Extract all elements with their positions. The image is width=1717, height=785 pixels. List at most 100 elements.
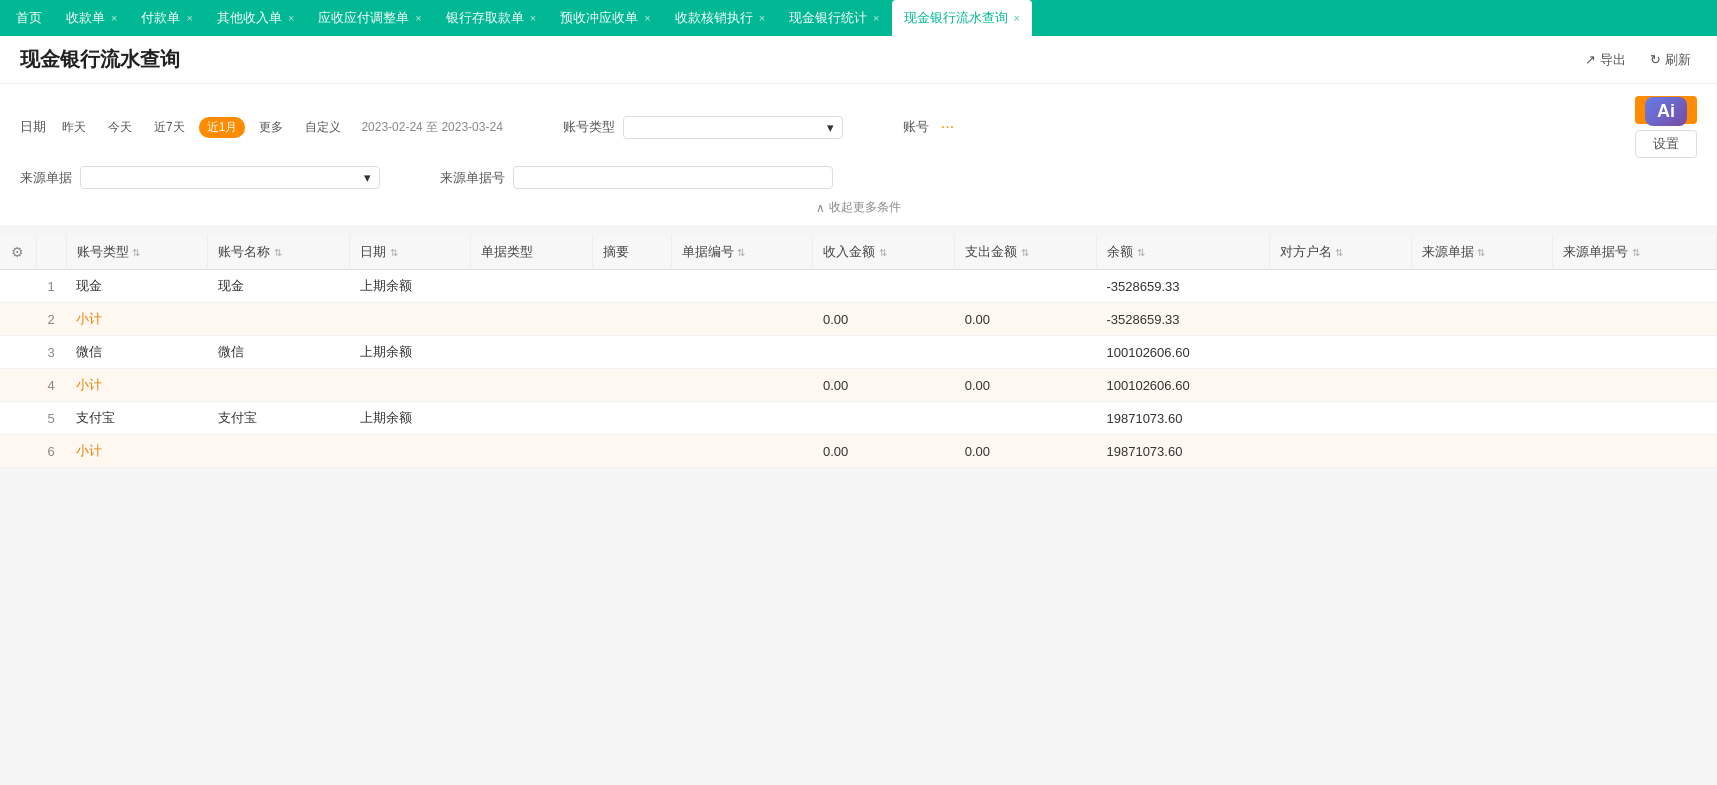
table-cell [470,402,592,435]
th-source-doc[interactable]: 来源单据 ⇅ [1411,235,1553,270]
th-expense[interactable]: 支出金额 ⇅ [955,235,1097,270]
th-account-type[interactable]: 账号类型 ⇅ [66,235,208,270]
table-cell: 上期余额 [350,270,471,303]
page-header: 现金银行流水查询 ↗ 导出 ↻ 刷新 [0,36,1717,84]
table-cell: 0.00 [813,369,955,402]
close-icon[interactable]: × [288,0,294,36]
date-btn-more[interactable]: 更多 [251,117,291,138]
nav-item-home[interactable]: 首页 [4,0,54,36]
table-cell: 上期余额 [350,336,471,369]
close-icon[interactable]: × [873,0,879,36]
sort-icon: ⇅ [879,247,887,258]
date-btn-custom[interactable]: 自定义 [297,117,349,138]
th-balance[interactable]: 余额 ⇅ [1096,235,1269,270]
refresh-button[interactable]: ↻ 刷新 [1644,47,1697,73]
nav-label-stats: 现金银行统计 [789,0,867,36]
sort-icon: ⇅ [1477,247,1485,258]
date-btn-1month[interactable]: 近1月 [199,117,246,138]
nav-item-receipt[interactable]: 收款单 × [54,0,129,36]
table-cell [350,369,471,402]
header-actions: ↗ 导出 ↻ 刷新 [1579,47,1697,73]
nav-item-flow[interactable]: 现金银行流水查询 × [892,0,1032,36]
th-doc-no[interactable]: 单据编号 ⇅ [671,235,813,270]
table-row: 4小计0.000.00100102606.60 [0,369,1717,402]
sort-icon: ⇅ [132,247,140,258]
table-row: 3微信微信上期余额100102606.60 [0,336,1717,369]
nav-item-verify[interactable]: 收款核销执行 × [663,0,777,36]
row-settings-cell [0,435,36,468]
nav-item-other-income[interactable]: 其他收入单 × [205,0,306,36]
date-btn-yesterday[interactable]: 昨天 [54,117,94,138]
table-cell [208,303,350,336]
th-source-doc-no[interactable]: 来源单据号 ⇅ [1553,235,1717,270]
export-button[interactable]: ↗ 导出 [1579,47,1632,73]
table-body: 1现金现金上期余额-3528659.332小计0.000.00-3528659.… [0,270,1717,468]
table-row: 2小计0.000.00-3528659.33 [0,303,1717,336]
account-type-select[interactable]: ▾ [623,116,843,139]
gear-icon[interactable]: ⚙ [11,244,24,260]
sort-icon: ⇅ [737,247,745,258]
th-summary[interactable]: 摘要 [592,235,671,270]
nav-item-bank-deposit[interactable]: 银行存取款单 × [434,0,548,36]
table-cell [1411,336,1553,369]
table-area: ⚙ 账号类型 ⇅ 账号名称 ⇅ 日期 ⇅ 单据类型 摘要 单据编号 ⇅ 收入金额… [0,235,1717,468]
source-doc-select[interactable]: ▾ [80,166,380,189]
date-btn-today[interactable]: 今天 [100,117,140,138]
table-cell [1553,402,1717,435]
close-icon[interactable]: × [186,0,192,36]
account-type-filter-group: 账号类型 ▾ [563,116,843,139]
filter-row-1: 日期 昨天 今天 近7天 近1月 更多 自定义 2023-02-24 至 202… [20,96,1697,158]
table-cell: 2 [36,303,66,336]
source-doc-num-input[interactable] [513,166,833,189]
table-cell [1269,270,1411,303]
table-cell [350,435,471,468]
close-icon[interactable]: × [415,0,421,36]
th-settings[interactable]: ⚙ [0,235,36,270]
table-cell: 5 [36,402,66,435]
account-dots-button[interactable]: ··· [937,118,958,136]
table-cell [1553,303,1717,336]
close-icon[interactable]: × [111,0,117,36]
table-cell [592,336,671,369]
th-counterparty[interactable]: 对方户名 ⇅ [1269,235,1411,270]
close-icon[interactable]: × [759,0,765,36]
sort-icon: ⇅ [1137,247,1145,258]
ai-badge[interactable]: Ai [1645,97,1687,126]
close-icon[interactable]: × [644,0,650,36]
top-nav: 首页 收款单 × 付款单 × 其他收入单 × 应收应付调整单 × 银行存取款单 … [0,0,1717,36]
nav-item-stats[interactable]: 现金银行统计 × [777,0,891,36]
nav-item-adjustment[interactable]: 应收应付调整单 × [306,0,433,36]
th-num [36,235,66,270]
table-cell [592,435,671,468]
table-cell [1411,402,1553,435]
th-account-name[interactable]: 账号名称 ⇅ [208,235,350,270]
settings-button[interactable]: 设置 [1635,130,1697,158]
table-cell [1553,270,1717,303]
table-cell: 支付宝 [208,402,350,435]
nav-label-receipt: 收款单 [66,0,105,36]
table-row: 5支付宝支付宝上期余额19871073.60 [0,402,1717,435]
table-row: 6小计0.000.0019871073.60 [0,435,1717,468]
table-cell [208,435,350,468]
close-icon[interactable]: × [530,0,536,36]
date-range-value: 2023-02-24 至 2023-03-24 [361,119,502,136]
table-cell: 0.00 [813,435,955,468]
row-settings-cell [0,369,36,402]
export-icon: ↗ [1585,52,1596,67]
close-icon[interactable]: × [1014,0,1020,36]
date-btn-7days[interactable]: 近7天 [146,117,193,138]
table-cell [813,336,955,369]
collapse-row[interactable]: ∧ 收起更多条件 [20,197,1697,218]
th-doc-type[interactable]: 单据类型 [470,235,592,270]
th-date[interactable]: 日期 ⇅ [350,235,471,270]
nav-item-prepay[interactable]: 预收冲应收单 × [548,0,662,36]
table-cell [1411,303,1553,336]
th-income[interactable]: 收入金额 ⇅ [813,235,955,270]
table-cell [1553,369,1717,402]
table-cell: 100102606.60 [1096,336,1269,369]
table-cell: -3528659.33 [1096,270,1269,303]
table-cell [1269,303,1411,336]
export-label: 导出 [1600,51,1626,69]
nav-item-payment[interactable]: 付款单 × [129,0,204,36]
table-cell: 现金 [208,270,350,303]
